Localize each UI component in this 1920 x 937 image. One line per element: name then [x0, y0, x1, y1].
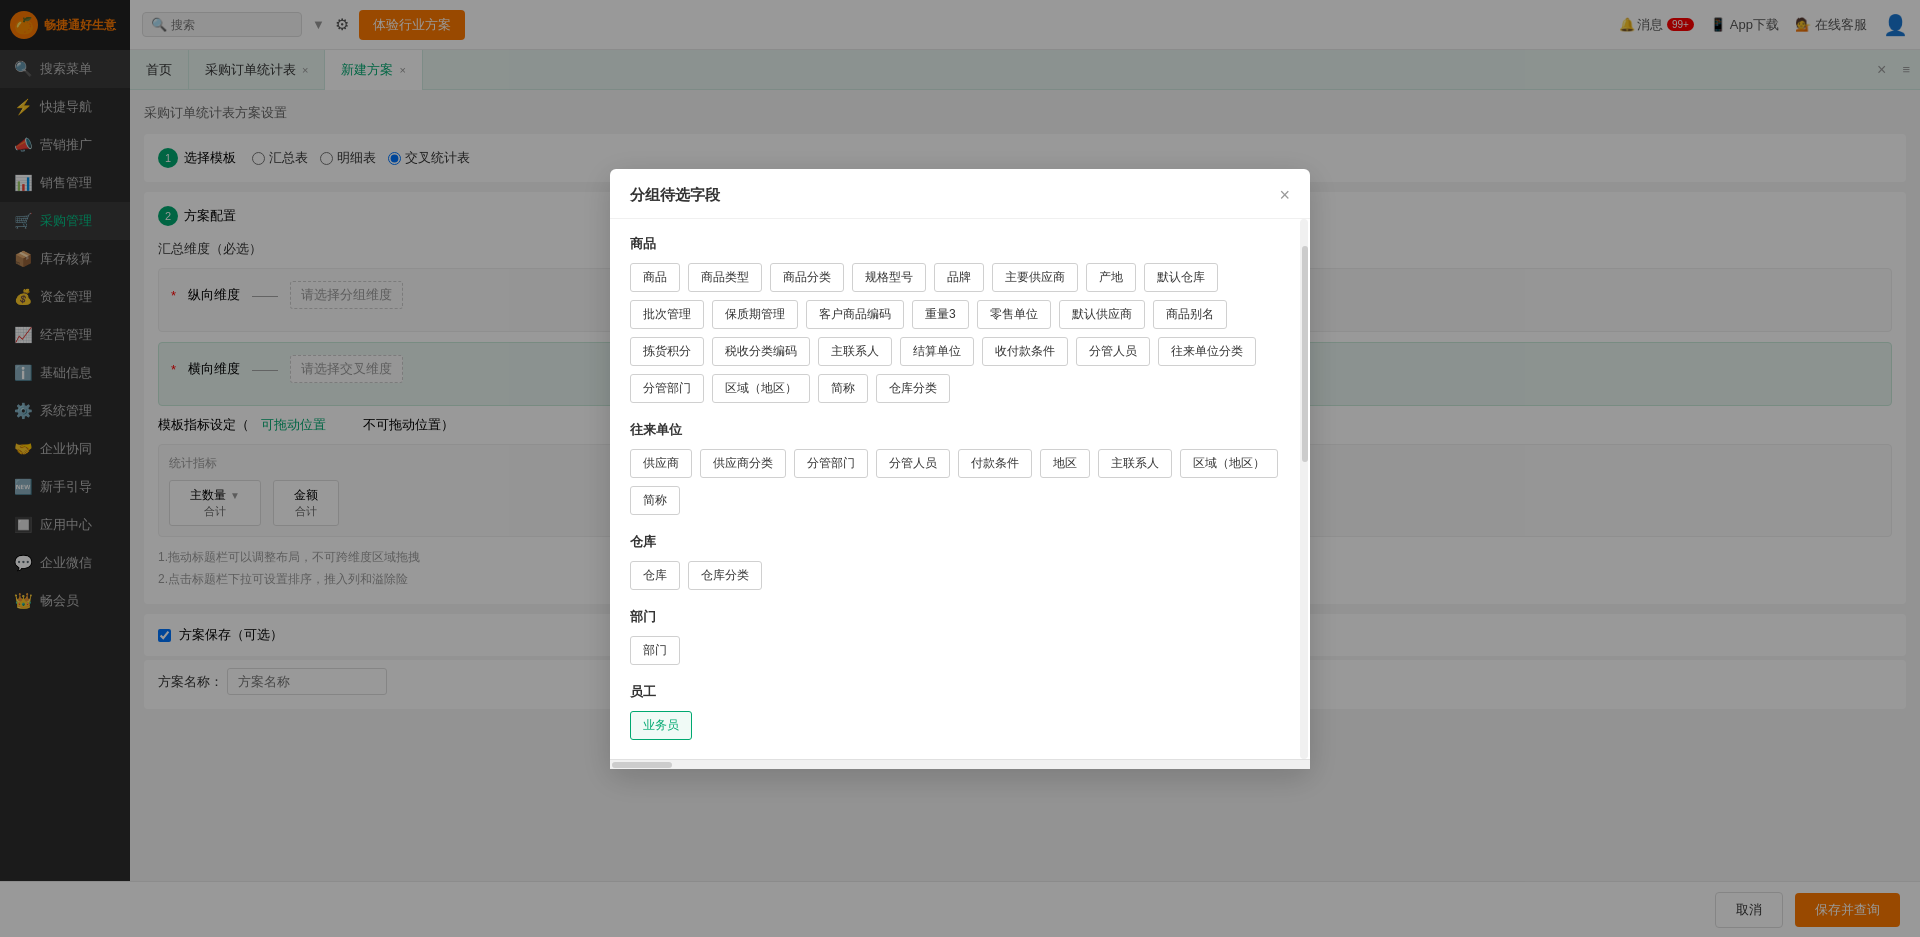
- section-product: 商品 商品 商品类型 商品分类 规格型号 品牌 主要供应商 产地 默认仓库 批次…: [630, 235, 1290, 403]
- field-payment-cond[interactable]: 付款条件: [958, 449, 1032, 478]
- field-warehouse-category[interactable]: 仓库分类: [688, 561, 762, 590]
- section-employee-title: 员工: [630, 683, 1290, 701]
- modal-close-btn[interactable]: ×: [1279, 185, 1290, 206]
- field-short-name-p[interactable]: 简称: [630, 486, 680, 515]
- section-warehouse-title: 仓库: [630, 533, 1290, 551]
- field-dept[interactable]: 部门: [630, 636, 680, 665]
- field-product-type[interactable]: 商品类型: [688, 263, 762, 292]
- field-retail-unit[interactable]: 零售单位: [977, 300, 1051, 329]
- field-salesperson[interactable]: 业务员: [630, 711, 692, 740]
- field-expiry-mgmt[interactable]: 保质期管理: [712, 300, 798, 329]
- field-settlement-unit[interactable]: 结算单位: [900, 337, 974, 366]
- field-pick-score[interactable]: 拣货积分: [630, 337, 704, 366]
- modal-header: 分组待选字段 ×: [610, 169, 1310, 219]
- field-select-modal: 分组待选字段 × 商品 商品 商品类型 商品分类 规格型号 品牌 主要供应商 产…: [610, 169, 1310, 769]
- field-supplier[interactable]: 供应商: [630, 449, 692, 478]
- field-manager-p[interactable]: 分管人员: [876, 449, 950, 478]
- field-product[interactable]: 商品: [630, 263, 680, 292]
- field-default-supplier[interactable]: 默认供应商: [1059, 300, 1145, 329]
- modal-hscroll-thumb: [612, 762, 672, 768]
- field-batch-mgmt[interactable]: 批次管理: [630, 300, 704, 329]
- field-main-supplier[interactable]: 主要供应商: [992, 263, 1078, 292]
- modal-hscroll: [610, 759, 1310, 769]
- section-employee: 员工 业务员: [630, 683, 1290, 740]
- section-department: 部门 部门: [630, 608, 1290, 665]
- field-warehouse[interactable]: 仓库: [630, 561, 680, 590]
- warehouse-field-tags: 仓库 仓库分类: [630, 561, 1290, 590]
- field-main-contact[interactable]: 主联系人: [818, 337, 892, 366]
- modal-title: 分组待选字段: [630, 186, 720, 205]
- field-product-alias[interactable]: 商品别名: [1153, 300, 1227, 329]
- field-short-name[interactable]: 简称: [818, 374, 868, 403]
- field-customer-code[interactable]: 客户商品编码: [806, 300, 904, 329]
- field-region-area[interactable]: 区域（地区）: [712, 374, 810, 403]
- modal-scrollbar-thumb: [1302, 246, 1308, 462]
- section-product-title: 商品: [630, 235, 1290, 253]
- field-product-category[interactable]: 商品分类: [770, 263, 844, 292]
- modal-scrollbar-track: [1300, 219, 1308, 759]
- dept-field-tags: 部门: [630, 636, 1290, 665]
- field-area-p[interactable]: 地区: [1040, 449, 1090, 478]
- field-dept-p[interactable]: 分管部门: [794, 449, 868, 478]
- section-dept-title: 部门: [630, 608, 1290, 626]
- field-from-unit-cat[interactable]: 往来单位分类: [1158, 337, 1256, 366]
- product-field-tags: 商品 商品类型 商品分类 规格型号 品牌 主要供应商 产地 默认仓库 批次管理 …: [630, 263, 1290, 403]
- section-partner: 往来单位 供应商 供应商分类 分管部门 分管人员 付款条件 地区 主联系人 区域…: [630, 421, 1290, 515]
- field-warehouse-cat[interactable]: 仓库分类: [876, 374, 950, 403]
- section-partner-title: 往来单位: [630, 421, 1290, 439]
- field-origin[interactable]: 产地: [1086, 263, 1136, 292]
- modal-body: 商品 商品 商品类型 商品分类 规格型号 品牌 主要供应商 产地 默认仓库 批次…: [610, 219, 1310, 759]
- field-region-p[interactable]: 区域（地区）: [1180, 449, 1278, 478]
- field-weight3[interactable]: 重量3: [912, 300, 969, 329]
- field-payment-terms[interactable]: 收付款条件: [982, 337, 1068, 366]
- partner-field-tags: 供应商 供应商分类 分管部门 分管人员 付款条件 地区 主联系人 区域（地区） …: [630, 449, 1290, 515]
- field-manager[interactable]: 分管人员: [1076, 337, 1150, 366]
- field-main-contact-p[interactable]: 主联系人: [1098, 449, 1172, 478]
- field-dept-mgmt[interactable]: 分管部门: [630, 374, 704, 403]
- modal-overlay: 分组待选字段 × 商品 商品 商品类型 商品分类 规格型号 品牌 主要供应商 产…: [0, 0, 1920, 937]
- employee-field-tags: 业务员: [630, 711, 1290, 740]
- field-brand[interactable]: 品牌: [934, 263, 984, 292]
- field-supplier-cat[interactable]: 供应商分类: [700, 449, 786, 478]
- field-spec-type[interactable]: 规格型号: [852, 263, 926, 292]
- section-warehouse: 仓库 仓库 仓库分类: [630, 533, 1290, 590]
- field-default-warehouse[interactable]: 默认仓库: [1144, 263, 1218, 292]
- field-tax-code[interactable]: 税收分类编码: [712, 337, 810, 366]
